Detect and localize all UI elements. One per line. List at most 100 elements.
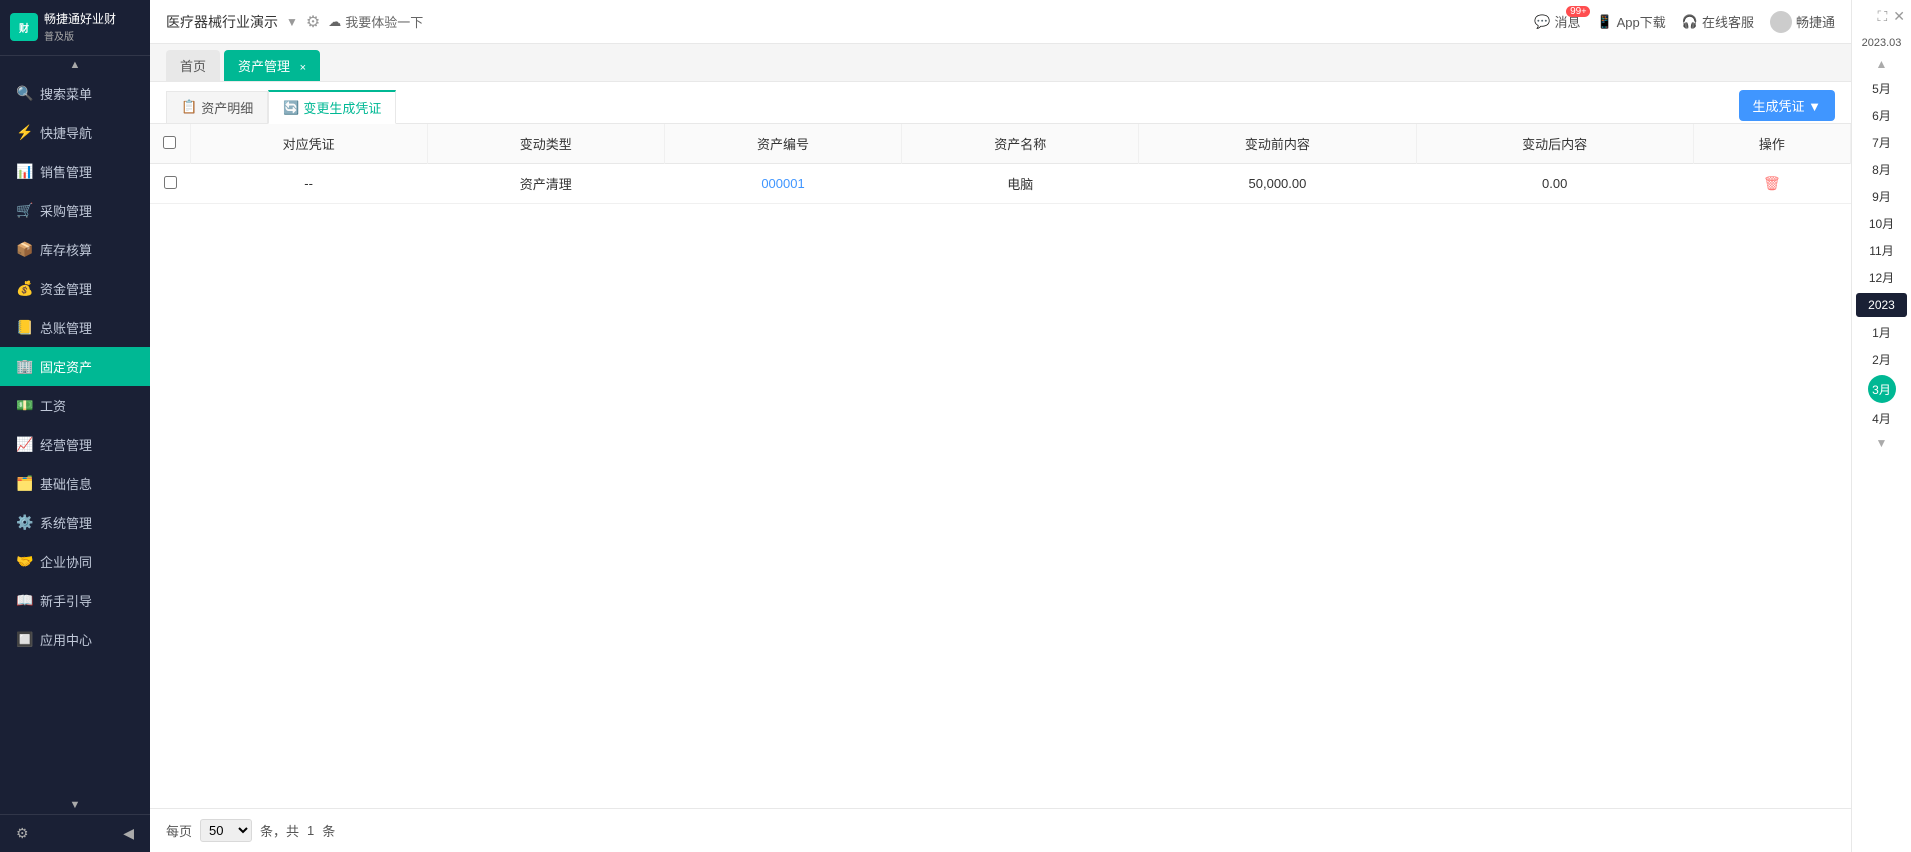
month-6[interactable]: 6月 [1852,102,1911,129]
sidebar-item-capital-label: 资金管理 [40,279,92,298]
inventory-icon: 📦 [16,241,32,258]
sidebar-item-sales-label: 销售管理 [40,162,92,181]
right-panel: ⛶ ✕ 2023.03 ▲ 5月 6月 7月 8月 9月 10月 11月 12月… [1851,0,1911,852]
month-7[interactable]: 7月 [1852,129,1911,156]
row-voucher: -- [190,164,427,204]
row-checkbox-cell [150,164,190,204]
table-header-after-change: 变动后内容 [1416,124,1693,164]
sidebar-logo: 财 畅捷通好业财 普及版 [0,0,150,56]
sidebar-item-quick-nav[interactable]: ⚡ 快捷导航 [0,113,150,152]
panel-nav-up[interactable]: ▲ [1852,53,1911,75]
header-settings-icon[interactable]: ⚙ [306,12,320,32]
sidebar-item-inventory[interactable]: 📦 库存核算 [0,230,150,269]
logo-icon: 财 [10,13,38,41]
header-dropdown-icon[interactable]: ▼ [286,15,298,29]
change-voucher-icon: 🔄 [283,100,299,116]
sidebar-settings-icon[interactable]: ⚙ [16,825,29,842]
header: 医疗器械行业演示 ▼ ⚙ ☁ 我要体验一下 💬 消息 99+ 📱 App下载 🎧… [150,0,1851,44]
table-header-asset-name: 资产名称 [902,124,1139,164]
table-header-asset-code: 资产编号 [664,124,901,164]
user-button[interactable]: 畅捷通 [1770,11,1835,33]
sidebar-item-guide[interactable]: 📖 新手引导 [0,581,150,620]
tab-asset-mgmt-label: 资产管理 [238,59,290,74]
sidebar-item-operations[interactable]: 📈 经营管理 [0,425,150,464]
per-page-label: 每页 [166,821,192,840]
asset-detail-icon: 📋 [181,99,197,115]
app-download-button[interactable]: 📱 App下载 [1596,12,1665,31]
messages-button[interactable]: 💬 消息 99+ [1534,12,1580,31]
tab-asset-mgmt[interactable]: 资产管理 × [224,50,320,81]
per-page-select[interactable]: 50 10 20 100 [200,819,252,842]
table-header-row: 对应凭证 变动类型 资产编号 资产名称 变动前内容 变动后内容 操作 [150,124,1851,164]
sidebar-bottom: ⚙ ◀ [0,814,150,852]
system-icon: ⚙️ [16,514,32,531]
sidebar-item-search-label: 搜索菜单 [40,84,92,103]
table-header-voucher: 对应凭证 [190,124,427,164]
operations-icon: 📈 [16,436,32,453]
sub-tab-change-voucher[interactable]: 🔄 变更生成凭证 [268,90,396,124]
header-title: 医疗器械行业演示 [166,12,278,32]
sidebar-item-sales[interactable]: 📊 销售管理 [0,152,150,191]
right-panel-expand-icon[interactable]: ⛶ [1877,8,1887,25]
sidebar-item-app-center[interactable]: 🔲 应用中心 [0,620,150,659]
footer-total: 1 [307,823,314,838]
messages-badge: 99+ [1566,6,1590,17]
sidebar-item-system[interactable]: ⚙️ 系统管理 [0,503,150,542]
experience-text: 我要体验一下 [345,12,423,31]
sidebar-item-search[interactable]: 🔍 搜索菜单 [0,74,150,113]
month-5[interactable]: 5月 [1852,75,1911,102]
sidebar-item-fixed-assets[interactable]: 🏢 固定资产 [0,347,150,386]
sidebar-item-salary[interactable]: 💵 工资 [0,386,150,425]
sidebar-item-enterprise[interactable]: 🤝 企业协同 [0,542,150,581]
salary-icon: 💵 [16,397,32,414]
year-2023-label: 2023 [1856,293,1907,317]
tabs-bar: 首页 资产管理 × [150,44,1851,82]
panel-nav-down[interactable]: ▼ [1852,432,1911,454]
row-asset-code: 000001 [664,164,901,204]
content-area: 📋 资产明细 🔄 变更生成凭证 生成凭证 ▼ 对应凭证 变动类型 [150,82,1851,852]
month-4[interactable]: 4月 [1852,405,1911,432]
experience-button[interactable]: ☁ 我要体验一下 [328,12,423,31]
user-label: 畅捷通 [1796,12,1835,31]
support-button[interactable]: 🎧 在线客服 [1682,12,1754,31]
table-wrap: 对应凭证 变动类型 资产编号 资产名称 变动前内容 变动后内容 操作 [150,124,1851,808]
month-8[interactable]: 8月 [1852,156,1911,183]
sidebar-item-basic-info[interactable]: 🗂️ 基础信息 [0,464,150,503]
month-3-active[interactable]: 3月 [1868,375,1896,403]
right-panel-close-icon[interactable]: ✕ [1893,8,1905,25]
sidebar-collapse-icon[interactable]: ◀ [123,825,134,842]
sidebar-item-app-center-label: 应用中心 [40,630,92,649]
month-11[interactable]: 11月 [1852,237,1911,264]
month-2[interactable]: 2月 [1852,346,1911,373]
sidebar-item-basic-info-label: 基础信息 [40,474,92,493]
month-9[interactable]: 9月 [1852,183,1911,210]
sidebar-item-inventory-label: 库存核算 [40,240,92,259]
sidebar-item-salary-label: 工资 [40,396,66,415]
tab-asset-mgmt-close[interactable]: × [300,62,306,74]
sidebar: 财 畅捷通好业财 普及版 ▲ 🔍 搜索菜单 ⚡ 快捷导航 📊 销售管理 🛒 采购… [0,0,150,852]
sidebar-item-fixed-assets-label: 固定资产 [40,357,92,376]
row-change-type: 资产清理 [427,164,664,204]
sub-tab-asset-detail[interactable]: 📋 资产明细 [166,91,268,123]
purchase-icon: 🛒 [16,202,32,219]
header-left: 医疗器械行业演示 ▼ ⚙ ☁ 我要体验一下 [166,12,423,32]
sidebar-item-ledger[interactable]: 📒 总账管理 [0,308,150,347]
logo-sub: 普及版 [44,28,116,43]
row-operation: 🗑 [1693,164,1850,204]
sidebar-item-purchase[interactable]: 🛒 采购管理 [0,191,150,230]
sidebar-scroll-down[interactable]: ▼ [0,796,150,814]
tab-home[interactable]: 首页 [166,50,220,81]
select-all-checkbox[interactable] [163,136,176,149]
row-after-change: 0.00 [1416,164,1693,204]
fixed-assets-icon: 🏢 [16,358,32,375]
sub-tab-change-voucher-label: 变更生成凭证 [303,98,381,117]
month-1[interactable]: 1月 [1852,319,1911,346]
row-checkbox[interactable] [164,176,177,189]
messages-icon: 💬 [1534,14,1550,30]
month-10[interactable]: 10月 [1852,210,1911,237]
generate-voucher-button[interactable]: 生成凭证 ▼ [1739,90,1835,121]
month-12[interactable]: 12月 [1852,264,1911,291]
sidebar-item-capital[interactable]: 💰 资金管理 [0,269,150,308]
delete-row-button[interactable]: 🗑 [1763,175,1781,191]
sidebar-scroll-up[interactable]: ▲ [0,56,150,74]
